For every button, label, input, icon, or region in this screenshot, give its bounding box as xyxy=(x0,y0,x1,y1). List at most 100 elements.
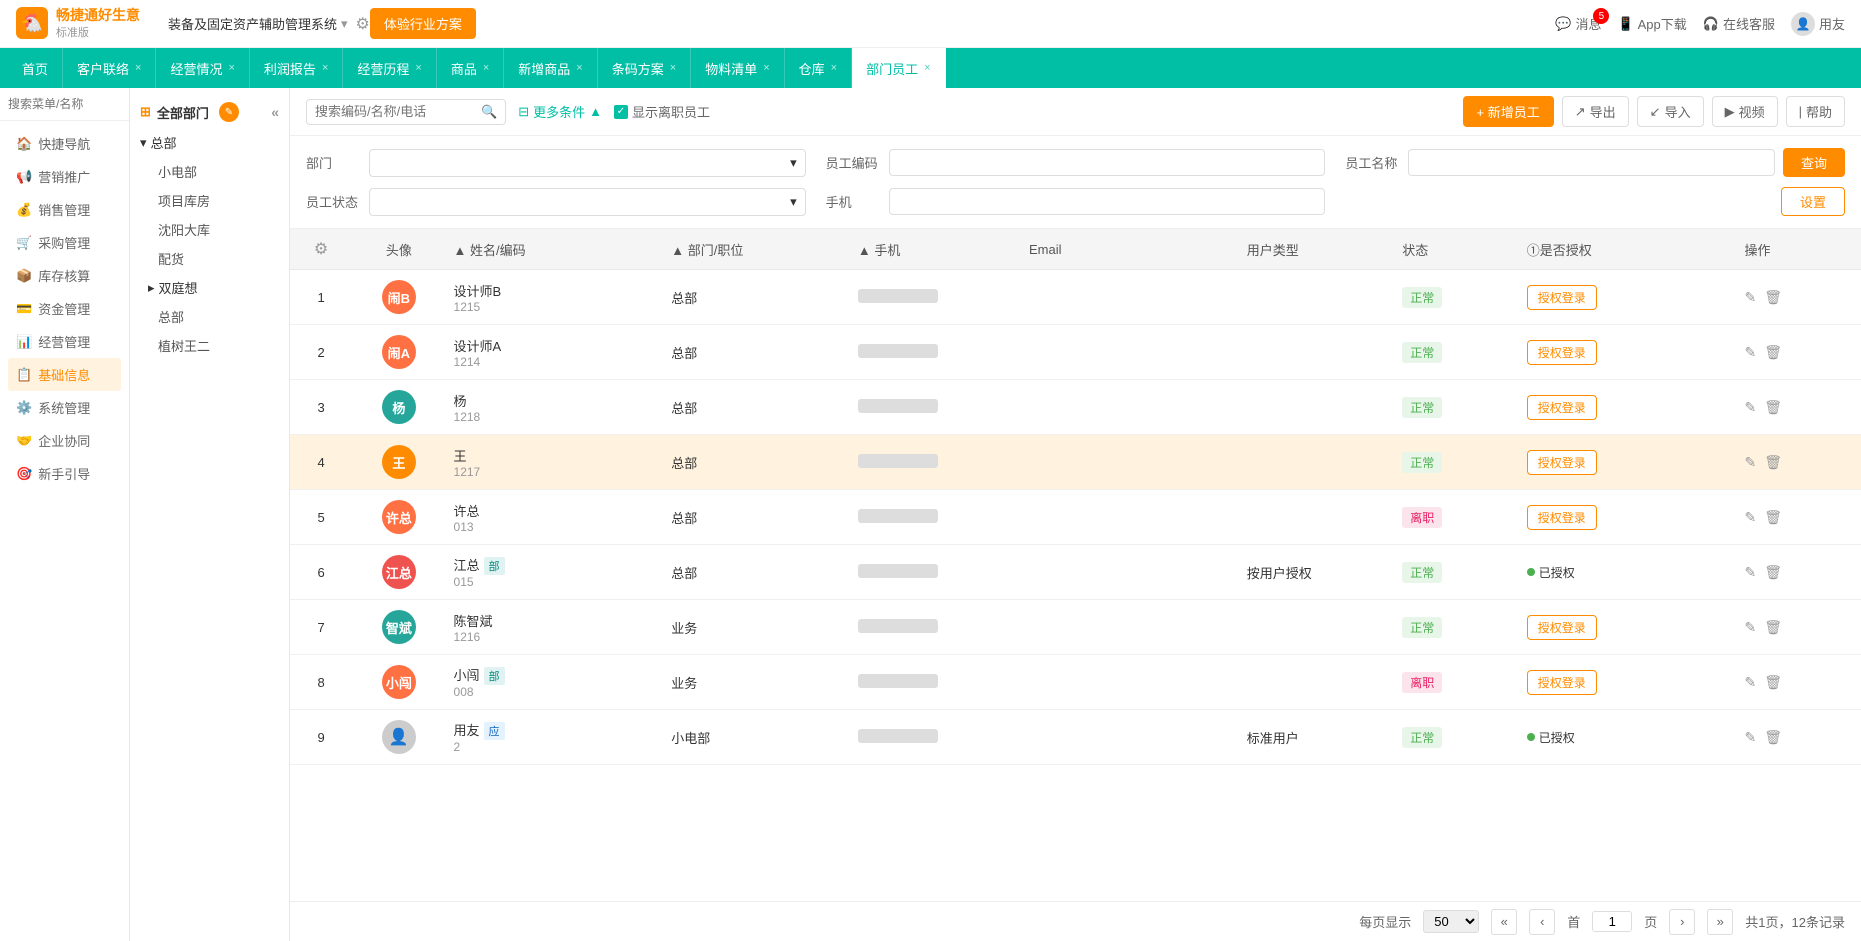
sidebar-item-inventory[interactable]: 📦 库存核算 xyxy=(8,259,121,292)
dept-collapse-button[interactable]: « xyxy=(271,104,279,120)
nav-item-home[interactable]: 首页 xyxy=(8,48,63,88)
dept-tree-item-zongbu[interactable]: 总部 xyxy=(130,302,289,331)
edit-button[interactable]: ✎ xyxy=(1744,399,1756,416)
dept-tree-item-xiaodian[interactable]: 小电部 xyxy=(130,157,289,186)
auth-login-button[interactable]: 授权登录 xyxy=(1527,615,1597,640)
help-button[interactable]: | 帮助 xyxy=(1786,96,1845,127)
edit-button[interactable]: ✎ xyxy=(1744,509,1756,526)
sidebar-item-system[interactable]: ⚙️ 系统管理 xyxy=(8,391,121,424)
auth-login-button[interactable]: 授权登录 xyxy=(1527,340,1597,365)
online-service-action[interactable]: 🎧 在线客服 xyxy=(1703,14,1775,33)
next-page-button[interactable]: › xyxy=(1669,909,1695,935)
first-page-button[interactable]: « xyxy=(1491,909,1517,935)
query-button[interactable]: 查询 xyxy=(1783,148,1845,177)
dropdown-arrow-icon[interactable]: ▾ xyxy=(341,16,348,32)
nav-item-warehouse[interactable]: 仓库 × xyxy=(785,48,852,88)
sidebar-item-business[interactable]: 📊 经营管理 xyxy=(8,325,121,358)
dept-tree-item-distribution[interactable]: 配货 xyxy=(130,244,289,273)
user-action[interactable]: 👤 用友 xyxy=(1791,12,1845,36)
nav-item-operations[interactable]: 经营情况 × xyxy=(156,48,249,88)
row-index: 3 xyxy=(290,380,352,435)
edit-button[interactable]: ✎ xyxy=(1744,344,1756,361)
sidebar-item-basic[interactable]: 📋 基础信息 xyxy=(8,358,121,391)
dept-tree-item-project[interactable]: 项目库房 xyxy=(130,186,289,215)
avatar: 杨 xyxy=(382,390,416,424)
nav-item-history[interactable]: 经营历程 × xyxy=(343,48,436,88)
import-button[interactable]: ↙ 导入 xyxy=(1637,96,1704,127)
page-size-select[interactable]: 10 20 50 100 xyxy=(1423,910,1479,933)
phone-input[interactable] xyxy=(889,188,1326,215)
sidebar-search-input[interactable] xyxy=(8,97,130,111)
more-conditions-button[interactable]: ⊟ 更多条件 ▲ xyxy=(518,102,602,121)
row-phone xyxy=(850,710,1021,765)
dept-tree-item-headquarter[interactable]: ▾ 总部 xyxy=(130,128,289,157)
nav-item-profit[interactable]: 利润报告 × xyxy=(250,48,343,88)
prev-page-button[interactable]: ‹ xyxy=(1529,909,1555,935)
message-action[interactable]: 💬 消息 5 xyxy=(1555,14,1601,33)
settings-icon[interactable]: ⚙ xyxy=(356,16,370,33)
employee-name-input[interactable] xyxy=(1408,149,1775,176)
row-status: 正常 xyxy=(1394,325,1518,380)
delete-button[interactable]: 🗑 xyxy=(1764,399,1782,416)
delete-button[interactable]: 🗑 xyxy=(1764,564,1782,581)
set-button[interactable]: 设置 xyxy=(1781,187,1845,216)
sidebar-item-finance[interactable]: 💳 资金管理 xyxy=(8,292,121,325)
edit-button[interactable]: ✎ xyxy=(1744,564,1756,581)
delete-button[interactable]: 🗑 xyxy=(1764,729,1782,746)
dept-filter-select[interactable]: ▾ xyxy=(369,149,806,177)
delete-button[interactable]: 🗑 xyxy=(1764,344,1782,361)
delete-button[interactable]: 🗑 xyxy=(1764,619,1782,636)
content-area: 🔍 ⊟ 更多条件 ▲ ✓ 显示离职员工 + 新增员工 ↗ 导出 ↙ 导入 xyxy=(290,88,1861,941)
sidebar-item-shortcut[interactable]: 🏠 快捷导航 xyxy=(8,127,121,160)
sidebar-item-marketing[interactable]: 📢 营销推广 xyxy=(8,160,121,193)
search-icon[interactable]: 🔍 xyxy=(481,104,497,120)
export-button[interactable]: ↗ 导出 xyxy=(1562,96,1629,127)
sidebar-item-guide[interactable]: 🎯 新手引导 xyxy=(8,457,121,490)
row-user-type: 标准用户 xyxy=(1239,710,1395,765)
nav-item-add-goods[interactable]: 新增商品 × xyxy=(504,48,597,88)
view-button[interactable]: ▶ 视频 xyxy=(1712,96,1778,127)
employee-status-select[interactable]: ▾ xyxy=(369,188,806,216)
delete-button[interactable]: 🗑 xyxy=(1764,509,1782,526)
dept-edit-button[interactable]: ✎ xyxy=(219,102,239,122)
dept-tree-item-shuangting[interactable]: ▸ 双庭想 xyxy=(130,273,289,302)
dept-tree-item-shenyang[interactable]: 沈阳大库 xyxy=(130,215,289,244)
nav-item-goods[interactable]: 商品 × xyxy=(437,48,504,88)
col-settings[interactable]: ⚙ xyxy=(290,229,352,270)
last-page-button[interactable]: » xyxy=(1707,909,1733,935)
show-resigned-toggle[interactable]: ✓ 显示离职员工 xyxy=(614,102,710,121)
search-input[interactable] xyxy=(315,104,475,119)
col-name-code[interactable]: ▲ 姓名/编码 xyxy=(446,229,664,270)
sidebar-item-sales[interactable]: 💰 销售管理 xyxy=(8,193,121,226)
auth-login-button[interactable]: 授权登录 xyxy=(1527,285,1597,310)
add-employee-button[interactable]: + 新增员工 xyxy=(1463,96,1554,127)
nav-item-barcode[interactable]: 条码方案 × xyxy=(598,48,691,88)
employee-code-input[interactable] xyxy=(889,149,1326,176)
dept-tree-item-zhishu[interactable]: 植树王二 xyxy=(130,331,289,360)
avatar: 闹A xyxy=(382,335,416,369)
auth-login-button[interactable]: 授权登录 xyxy=(1527,505,1597,530)
col-phone[interactable]: ▲ 手机 xyxy=(850,229,1021,270)
col-dept-position[interactable]: ▲ 部门/职位 xyxy=(663,229,850,270)
delete-button[interactable]: 🗑 xyxy=(1764,454,1782,471)
trial-button[interactable]: 体验行业方案 xyxy=(370,8,476,39)
page-input[interactable] xyxy=(1592,911,1632,932)
auth-login-button[interactable]: 授权登录 xyxy=(1527,670,1597,695)
app-download-action[interactable]: 📱 App下载 xyxy=(1617,14,1686,33)
nav-item-customers[interactable]: 客户联络 × xyxy=(63,48,156,88)
edit-button[interactable]: ✎ xyxy=(1744,674,1756,691)
edit-button[interactable]: ✎ xyxy=(1744,289,1756,306)
delete-button[interactable]: 🗑 xyxy=(1764,289,1782,306)
auth-login-button[interactable]: 授权登录 xyxy=(1527,395,1597,420)
row-name-code: 许总013 xyxy=(446,490,664,545)
edit-button[interactable]: ✎ xyxy=(1744,729,1756,746)
table-row: 1闹B设计师B1215总部正常授权登录✎🗑 xyxy=(290,270,1861,325)
sidebar-item-purchase[interactable]: 🛒 采购管理 xyxy=(8,226,121,259)
edit-button[interactable]: ✎ xyxy=(1744,454,1756,471)
nav-item-bom[interactable]: 物料清单 × xyxy=(691,48,784,88)
sidebar-item-collab[interactable]: 🤝 企业协同 xyxy=(8,424,121,457)
delete-button[interactable]: 🗑 xyxy=(1764,674,1782,691)
auth-login-button[interactable]: 授权登录 xyxy=(1527,450,1597,475)
nav-item-employees[interactable]: 部门员工 × xyxy=(852,48,945,88)
edit-button[interactable]: ✎ xyxy=(1744,619,1756,636)
